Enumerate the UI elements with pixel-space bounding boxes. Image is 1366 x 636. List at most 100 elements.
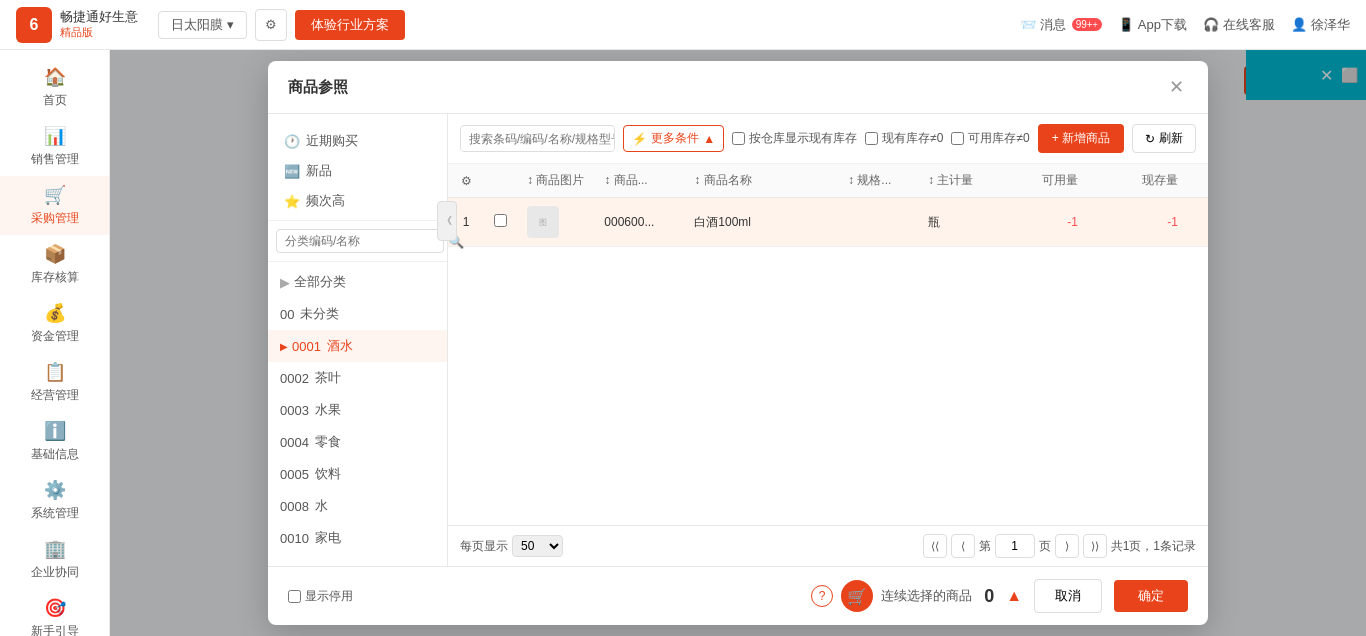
row-end xyxy=(1188,198,1208,247)
modal-title: 商品参照 xyxy=(288,78,348,97)
main-layout: 🏠 首页 📊 销售管理 🛒 采购管理 📦 库存核算 💰 资金管理 📋 经营管理 … xyxy=(0,50,1366,636)
category-item-0002[interactable]: 0002 茶叶 xyxy=(268,362,447,394)
modal-overlay: 商品参照 ✕ 🕐 近期购买 🆕 xyxy=(110,50,1366,636)
add-product-btn[interactable]: + 新增商品 xyxy=(1038,124,1124,153)
app-download-btn[interactable]: 📱 App下载 xyxy=(1118,16,1187,34)
show-disabled-checkbox[interactable] xyxy=(288,590,301,603)
refresh-btn[interactable]: ↻ 刷新 xyxy=(1132,124,1196,153)
sidebar-item-inventory[interactable]: 📦 库存核算 xyxy=(0,235,109,294)
brand-text: 畅捷通好生意 精品版 xyxy=(60,9,138,40)
footer-right: ? 🛒 连续选择的商品 0 ▲ 取消 确定 xyxy=(811,579,1188,613)
category-item-0003[interactable]: 0003 水果 xyxy=(268,394,447,426)
modal-body: 🕐 近期购买 🆕 新品 ⭐ 频次高 xyxy=(268,114,1208,566)
col-name: ↕ 商品名称 xyxy=(684,164,838,198)
top-nav: 6 畅捷通好生意 精品版 日太阳膜 ▾ ⚙ 体验行业方案 📨 消息 99++ 📱… xyxy=(0,0,1366,50)
messages-btn[interactable]: 📨 消息 99++ xyxy=(1020,16,1102,34)
home-icon: 🏠 xyxy=(44,66,66,88)
help-icon[interactable]: ? xyxy=(811,585,833,607)
sidebar-item-basic[interactable]: ℹ️ 基础信息 xyxy=(0,412,109,471)
sidebar-item-system[interactable]: ⚙️ 系统管理 xyxy=(0,471,109,530)
modal-header: 商品参照 ✕ xyxy=(268,61,1208,114)
checkbox-show-stock[interactable]: 按仓库显示现有库存 xyxy=(732,130,857,147)
prev-page-btn[interactable]: ⟨ xyxy=(951,534,975,558)
row-checkbox[interactable] xyxy=(484,198,517,247)
next-page-btn[interactable]: ⟩ xyxy=(1055,534,1079,558)
quick-link-recent[interactable]: 🕐 近期购买 xyxy=(276,126,439,156)
expand-arrow: ▶ xyxy=(280,275,290,290)
system-icon: ⚙️ xyxy=(44,479,66,501)
checkbox-available-ne0-input[interactable] xyxy=(951,132,964,145)
col-available: 可用量 xyxy=(988,164,1088,198)
total-info: 共1页，1条记录 xyxy=(1111,538,1196,555)
experience-btn[interactable]: 体验行业方案 xyxy=(295,10,405,40)
row-img: 图 xyxy=(517,198,594,247)
category-item-0005[interactable]: 0005 饮料 xyxy=(268,458,447,490)
col-checkbox xyxy=(484,164,517,198)
basic-icon: ℹ️ xyxy=(44,420,66,442)
cooperation-icon: 🏢 xyxy=(44,538,66,560)
sales-icon: 📊 xyxy=(44,125,66,147)
cancel-btn[interactable]: 取消 xyxy=(1034,579,1102,613)
show-disabled-label[interactable]: 显示停用 xyxy=(288,588,353,605)
refresh-icon: ↻ xyxy=(1145,132,1155,146)
checkbox-show-stock-input[interactable] xyxy=(732,132,745,145)
product-table-wrap: ⚙ ↕ 商品图片 ↕ 商品... xyxy=(448,164,1208,525)
sidebar-item-purchase[interactable]: 🛒 采购管理 xyxy=(0,176,109,235)
gear-icon[interactable]: ⚙ xyxy=(255,9,287,41)
filter-icon: ⚡ xyxy=(632,132,647,146)
cart-chevron-icon[interactable]: ▲ xyxy=(1006,587,1022,605)
user-profile[interactable]: 👤 徐泽华 xyxy=(1291,16,1350,34)
sidebar-item-guide[interactable]: 🎯 新手引导 xyxy=(0,589,109,636)
nav-selector[interactable]: 日太阳膜 ▾ xyxy=(158,11,247,39)
product-search-wrap: 🔍 xyxy=(460,125,615,152)
table-header-row: ⚙ ↕ 商品图片 ↕ 商品... xyxy=(448,164,1208,198)
category-item-unclassified[interactable]: 00 未分类 xyxy=(268,298,447,330)
category-search-input[interactable] xyxy=(276,229,444,253)
content-area: 查询 设置 ✕ ⬜ 商品参照 ✕ xyxy=(110,50,1366,636)
confirm-btn[interactable]: 确定 xyxy=(1114,580,1188,612)
collapse-panel-btn[interactable]: 《 xyxy=(437,201,457,241)
sidebar-item-finance[interactable]: 💰 资金管理 xyxy=(0,294,109,353)
product-table-body: 1 图 000600... 白酒100ml xyxy=(448,198,1208,247)
sidebar-item-operation[interactable]: 📋 经营管理 xyxy=(0,353,109,412)
page-input[interactable] xyxy=(995,534,1035,558)
category-item-all[interactable]: ▶ 全部分类 xyxy=(268,266,447,298)
checkbox-stock-ne0[interactable]: 现有库存≠0 xyxy=(865,130,943,147)
page-nav: ⟨⟨ ⟨ 第 页 ⟩ ⟩⟩ 共1页，1条记录 xyxy=(923,534,1196,558)
per-page-dropdown[interactable]: 50 100 200 xyxy=(512,535,563,557)
cart-btn[interactable]: 🛒 xyxy=(841,580,873,612)
sidebar-item-sales[interactable]: 📊 销售管理 xyxy=(0,117,109,176)
star-icon: ⭐ xyxy=(284,194,300,209)
sidebar-item-cooperation[interactable]: 🏢 企业协同 xyxy=(0,530,109,589)
col-spec: ↕ 规格... xyxy=(838,164,918,198)
clock-icon: 🕐 xyxy=(284,134,300,149)
footer-cart-area: ? 🛒 连续选择的商品 0 ▲ xyxy=(811,580,1022,612)
customer-service-btn[interactable]: 🎧 在线客服 xyxy=(1203,16,1275,34)
category-item-0001[interactable]: ▶ 0001 酒水 xyxy=(268,330,447,362)
quick-link-frequent[interactable]: ⭐ 频次高 xyxy=(276,186,439,216)
product-search-input[interactable] xyxy=(461,127,615,151)
cart-count: 0 xyxy=(984,586,994,607)
operation-icon: 📋 xyxy=(44,361,66,383)
category-item-0008[interactable]: 0008 水 xyxy=(268,490,447,522)
last-page-btn[interactable]: ⟩⟩ xyxy=(1083,534,1107,558)
modal-close-btn[interactable]: ✕ xyxy=(1164,75,1188,99)
per-page-select: 每页显示 50 100 200 xyxy=(460,535,563,557)
finance-icon: 💰 xyxy=(44,302,66,324)
col-settings: ⚙ xyxy=(448,164,484,198)
checkbox-available-ne0[interactable]: 可用库存≠0 xyxy=(951,130,1029,147)
filter-more-btn[interactable]: ⚡ 更多条件 ▲ xyxy=(623,125,724,152)
checkbox-stock-ne0-input[interactable] xyxy=(865,132,878,145)
category-item-0010[interactable]: 0010 家电 xyxy=(268,522,447,554)
first-page-btn[interactable]: ⟨⟨ xyxy=(923,534,947,558)
guide-icon: 🎯 xyxy=(44,597,66,619)
category-item-0004[interactable]: 0004 零食 xyxy=(268,426,447,458)
category-search-bar: 🔍 xyxy=(268,221,447,262)
active-arrow: ▶ xyxy=(280,341,288,352)
toolbar-right: + 新增商品 ↻ 刷新 xyxy=(1038,124,1196,153)
product-panel: 🔍 ⚡ 更多条件 ▲ 按仓库显示现有库存 xyxy=(448,114,1208,566)
sidebar-item-home[interactable]: 🏠 首页 xyxy=(0,58,109,117)
quick-link-new[interactable]: 🆕 新品 xyxy=(276,156,439,186)
table-row[interactable]: 1 图 000600... 白酒100ml xyxy=(448,198,1208,247)
category-list: ▶ 全部分类 00 未分类 ▶ 0001 酒水 xyxy=(268,262,447,558)
